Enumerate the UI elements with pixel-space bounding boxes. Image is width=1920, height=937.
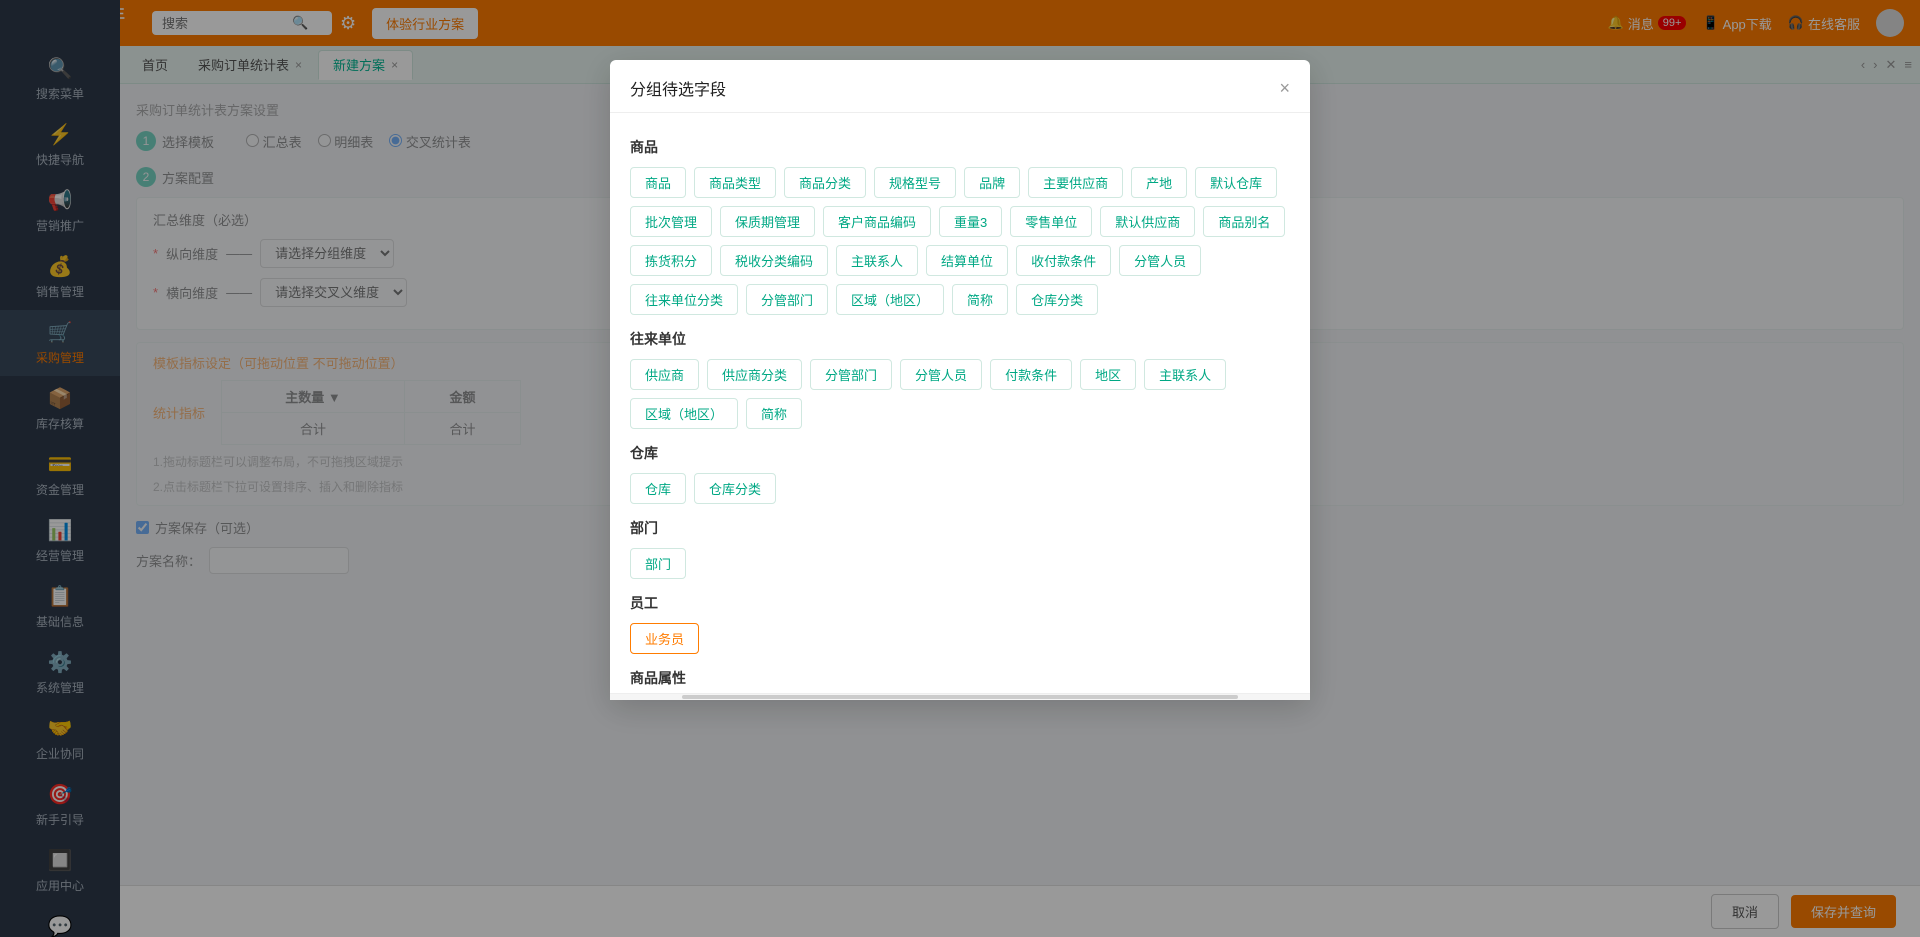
tag-abbr[interactable]: 简称 (952, 284, 1008, 315)
tag-product[interactable]: 商品 (630, 167, 686, 198)
section-title-product-attr: 商品属性 (630, 668, 1290, 688)
tag-retail-unit[interactable]: 零售单位 (1010, 206, 1092, 237)
tag-counterpart-category[interactable]: 往来单位分类 (630, 284, 738, 315)
tag-payment-terms[interactable]: 收付款条件 (1016, 245, 1111, 276)
tag-settlement-unit[interactable]: 结算单位 (926, 245, 1008, 276)
section-title-warehouse: 仓库 (630, 443, 1290, 463)
section-title-staff: 员工 (630, 593, 1290, 613)
modal-horizontal-scrollbar[interactable] (610, 693, 1310, 700)
tag-weight[interactable]: 重量3 (939, 206, 1002, 237)
tag-grid-staff: 业务员 (630, 623, 1290, 654)
tag-grid-dept: 部门 (630, 548, 1290, 579)
tag-manager[interactable]: 分管人员 (1119, 245, 1201, 276)
tag-region[interactable]: 区域（地区） (836, 284, 944, 315)
tag-main-supplier[interactable]: 主要供应商 (1028, 167, 1123, 198)
tag-spec[interactable]: 规格型号 (874, 167, 956, 198)
modal-body: 商品 商品 商品类型 商品分类 规格型号 品牌 主要供应商 产地 默认仓库 批次… (610, 113, 1310, 693)
tag-abbr-2[interactable]: 简称 (746, 398, 802, 429)
modal-dialog: 分组待选字段 × 商品 商品 商品类型 商品分类 规格型号 品牌 主要供应商 产… (610, 60, 1310, 700)
tag-area[interactable]: 地区 (1080, 359, 1136, 390)
section-title-counterpart: 往来单位 (630, 329, 1290, 349)
tag-salesperson[interactable]: 业务员 (630, 623, 699, 654)
tag-expiry[interactable]: 保质期管理 (720, 206, 815, 237)
tag-warehouse-cat[interactable]: 仓库分类 (694, 473, 776, 504)
tag-product-type[interactable]: 商品类型 (694, 167, 776, 198)
tag-manage-person[interactable]: 分管人员 (900, 359, 982, 390)
tag-default-warehouse[interactable]: 默认仓库 (1195, 167, 1277, 198)
tag-batch[interactable]: 批次管理 (630, 206, 712, 237)
section-title-dept: 部门 (630, 518, 1290, 538)
tag-dept[interactable]: 分管部门 (746, 284, 828, 315)
tag-grid-counterpart: 供应商 供应商分类 分管部门 分管人员 付款条件 地区 主联系人 区域（地区） … (630, 359, 1290, 429)
tag-region-2[interactable]: 区域（地区） (630, 398, 738, 429)
modal-close-button[interactable]: × (1279, 78, 1290, 99)
tag-product-category[interactable]: 商品分类 (784, 167, 866, 198)
tag-supplier-category[interactable]: 供应商分类 (707, 359, 802, 390)
modal-header: 分组待选字段 × (610, 60, 1310, 113)
section-title-product: 商品 (630, 137, 1290, 157)
tag-supplier[interactable]: 供应商 (630, 359, 699, 390)
tag-main-contact-2[interactable]: 主联系人 (1144, 359, 1226, 390)
tag-origin[interactable]: 产地 (1131, 167, 1187, 198)
tag-alias[interactable]: 商品别名 (1203, 206, 1285, 237)
tag-grid-warehouse: 仓库 仓库分类 (630, 473, 1290, 504)
tag-manage-dept[interactable]: 分管部门 (810, 359, 892, 390)
tag-brand[interactable]: 品牌 (964, 167, 1020, 198)
tag-department[interactable]: 部门 (630, 548, 686, 579)
tag-payment-cond[interactable]: 付款条件 (990, 359, 1072, 390)
tag-main-contact[interactable]: 主联系人 (836, 245, 918, 276)
tag-warehouse-category[interactable]: 仓库分类 (1016, 284, 1098, 315)
tag-warehouse[interactable]: 仓库 (630, 473, 686, 504)
modal-title: 分组待选字段 (630, 76, 726, 100)
tag-tax-code[interactable]: 税收分类编码 (720, 245, 828, 276)
modal-overlay: 分组待选字段 × 商品 商品 商品类型 商品分类 规格型号 品牌 主要供应商 产… (0, 0, 1920, 937)
tag-grid-product: 商品 商品类型 商品分类 规格型号 品牌 主要供应商 产地 默认仓库 批次管理 … (630, 167, 1290, 315)
tag-pick-score[interactable]: 拣货积分 (630, 245, 712, 276)
tag-default-supplier[interactable]: 默认供应商 (1100, 206, 1195, 237)
tag-customer-code[interactable]: 客户商品编码 (823, 206, 931, 237)
